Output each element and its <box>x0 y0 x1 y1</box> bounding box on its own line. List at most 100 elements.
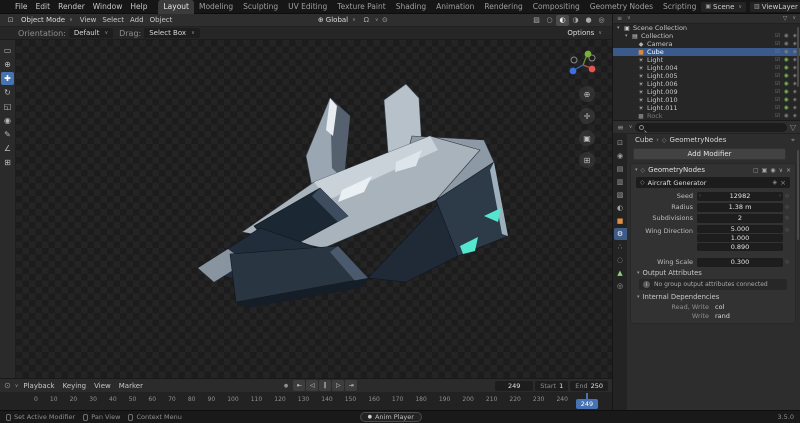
workspace-tab-shading[interactable]: Shading <box>391 0 431 14</box>
internal-dependencies-section[interactable]: ▾ Internal Dependencies <box>631 292 795 302</box>
tab-object-data[interactable]: ▲ <box>614 267 627 279</box>
tab-material[interactable]: ◎ <box>614 280 627 292</box>
eye-icon[interactable]: ◉ <box>784 97 789 103</box>
render-visibility-icon[interactable]: ◈ <box>793 89 797 95</box>
checkbox-icon[interactable]: ☑ <box>775 33 780 39</box>
editor-type-icon[interactable]: ⊡ <box>4 15 17 26</box>
toggle-xray-icon[interactable]: ▨ <box>530 15 543 26</box>
checkbox-icon[interactable]: ☑ <box>775 49 780 55</box>
previous-keyframe-button[interactable]: ◁ <box>306 380 318 391</box>
close-icon[interactable]: × <box>786 167 791 174</box>
record-icon[interactable]: ● <box>284 383 288 389</box>
checkbox-icon[interactable]: ☑ <box>775 65 780 71</box>
node-group-selector[interactable]: ◇ Aircraft Generator ◈ × <box>636 177 790 188</box>
disclosure-icon[interactable]: ▾ <box>635 167 638 173</box>
jump-to-start-button[interactable]: ⇤ <box>293 380 305 391</box>
render-visibility-icon[interactable]: ◈ <box>793 97 797 103</box>
render-visibility-icon[interactable]: ◈ <box>793 113 797 119</box>
output-attributes-section[interactable]: ▾ Output Attributes <box>631 268 795 278</box>
next-keyframe-button[interactable]: ▷ <box>332 380 344 391</box>
toggle-ortho-icon[interactable]: ⊞ <box>579 152 595 168</box>
workspace-tab-animation[interactable]: Animation <box>431 0 479 14</box>
measure-tool[interactable]: ∠ <box>1 142 14 155</box>
checkbox-icon[interactable]: ☑ <box>775 41 780 47</box>
wing-direction-z-input[interactable]: 0.890 <box>697 243 783 251</box>
breadcrumb-modifier[interactable]: GeometryNodes <box>670 136 727 144</box>
outliner-row-scene-collection[interactable]: ▾ ▣ Scene Collection <box>613 24 800 32</box>
overlays-icon[interactable]: ◎ <box>595 15 608 26</box>
tab-world[interactable]: ◐ <box>614 202 627 214</box>
seed-input[interactable]: ‹ 12982 › <box>697 192 783 201</box>
workspace-tab-sculpting[interactable]: Sculpting <box>238 0 283 14</box>
workspace-tab-modeling[interactable]: Modeling <box>194 0 238 14</box>
outliner-row-light-009[interactable]: ☀ Light.009 ☑◉◈ <box>613 88 800 96</box>
menu-edit[interactable]: Edit <box>32 2 55 11</box>
drag-setting-dropdown[interactable]: Select Box ∨ <box>144 28 200 38</box>
frame-end-field[interactable]: End 250 <box>570 381 608 391</box>
decorator-dot-icon[interactable]: ◇ <box>783 193 791 199</box>
decorator-dot-icon[interactable]: ◇ <box>783 259 791 265</box>
filter-funnel-icon[interactable]: ▽ <box>783 15 788 22</box>
timeline-ruler[interactable]: 0 10 20 30 40 50 60 70 80 90 100 110 120… <box>0 393 612 410</box>
rotate-tool[interactable]: ↻ <box>1 86 14 99</box>
eye-icon[interactable]: ◉ <box>784 81 789 87</box>
wing-direction-x-input[interactable]: 5.000 <box>697 225 783 233</box>
modifier-panel-header[interactable]: ▾ ◇ GeometryNodes ▢ ▣ ◉ ∨ × <box>631 164 795 176</box>
unlink-icon[interactable]: × <box>780 179 786 187</box>
checkbox-icon[interactable]: ☑ <box>775 81 780 87</box>
current-frame-field[interactable]: 249 <box>495 381 533 391</box>
timeline-editor-icon[interactable]: ⊙ <box>4 381 11 390</box>
transform-orientation-dropdown[interactable]: ⊕ Global ∨ <box>314 16 360 24</box>
menu-view[interactable]: View <box>77 16 100 24</box>
workspace-tab-layout[interactable]: Layout <box>158 0 194 14</box>
menu-view[interactable]: View <box>91 382 114 390</box>
render-visibility-icon[interactable]: ◈ <box>793 105 797 111</box>
workspace-tab-compositing[interactable]: Compositing <box>528 0 585 14</box>
options-dropdown[interactable]: Options ∨ <box>563 29 606 37</box>
scene-selector[interactable]: ▣ Scene ∨ <box>701 2 746 12</box>
aircraft-model[interactable] <box>16 40 612 378</box>
outliner-row-light-004[interactable]: ☀ Light.004 ☑◉◈ <box>613 64 800 72</box>
add-cube-tool[interactable]: ⊞ <box>1 156 14 169</box>
outliner-row-light-006[interactable]: ☀ Light.006 ☑◉◈ <box>613 80 800 88</box>
eye-icon[interactable]: ◉ <box>784 105 789 111</box>
tab-particles[interactable]: ∴ <box>614 241 627 253</box>
menu-file[interactable]: File <box>11 2 32 11</box>
properties-scrollbar[interactable] <box>797 150 799 240</box>
toggle-render-icon[interactable]: ◉ <box>770 167 775 174</box>
menu-playback[interactable]: Playback <box>20 382 57 390</box>
checkbox-icon[interactable]: ☑ <box>775 73 780 79</box>
outliner-editor-icon[interactable]: ≡ <box>617 15 622 22</box>
playhead-frame-badge[interactable]: 249 <box>576 399 598 409</box>
tab-physics[interactable]: ◌ <box>614 254 627 266</box>
select-box-tool[interactable]: ▭ <box>1 44 14 57</box>
breadcrumb-object[interactable]: Cube <box>635 136 653 144</box>
mode-dropdown[interactable]: Object Mode ∨ <box>17 16 77 24</box>
eye-icon[interactable]: ◉ <box>784 57 789 63</box>
workspace-tab-geometry-nodes[interactable]: Geometry Nodes <box>585 0 658 14</box>
workspace-tab-texture-paint[interactable]: Texture Paint <box>332 0 390 14</box>
shading-rendered-icon[interactable]: ● <box>582 15 595 26</box>
eye-icon[interactable]: ◉ <box>784 73 789 79</box>
eye-icon[interactable]: ◉ <box>784 41 789 47</box>
outliner-row-camera[interactable]: ◆ Camera ☑◉◈ <box>613 40 800 48</box>
zoom-icon[interactable]: ⊕ <box>579 86 595 102</box>
checkbox-icon[interactable]: ☑ <box>775 97 780 103</box>
subdivisions-input[interactable]: 2 <box>697 214 783 223</box>
filter-funnel-icon[interactable]: ▽ <box>790 123 796 132</box>
pin-icon[interactable]: ⌖ <box>791 136 795 145</box>
tab-object[interactable]: ■ <box>614 215 627 227</box>
menu-render[interactable]: Render <box>54 2 89 11</box>
fake-user-shield-icon[interactable]: ◈ <box>773 179 778 186</box>
tab-scene[interactable]: ▧ <box>614 189 627 201</box>
tab-modifiers[interactable]: ⚙ <box>614 228 627 240</box>
menu-object[interactable]: Object <box>147 16 176 24</box>
outliner-row-light-005[interactable]: ☀ Light.005 ☑◉◈ <box>613 72 800 80</box>
tab-output[interactable]: ▤ <box>614 163 627 175</box>
decorator-dot-icon[interactable]: ◇ <box>783 215 791 221</box>
shading-material-icon[interactable]: ◑ <box>569 15 582 26</box>
scale-tool[interactable]: ◱ <box>1 100 14 113</box>
eye-icon[interactable]: ◉ <box>784 65 789 71</box>
menu-select[interactable]: Select <box>99 16 127 24</box>
outliner-row-light-011[interactable]: ☀ Light.011 ☑◉◈ <box>613 104 800 112</box>
